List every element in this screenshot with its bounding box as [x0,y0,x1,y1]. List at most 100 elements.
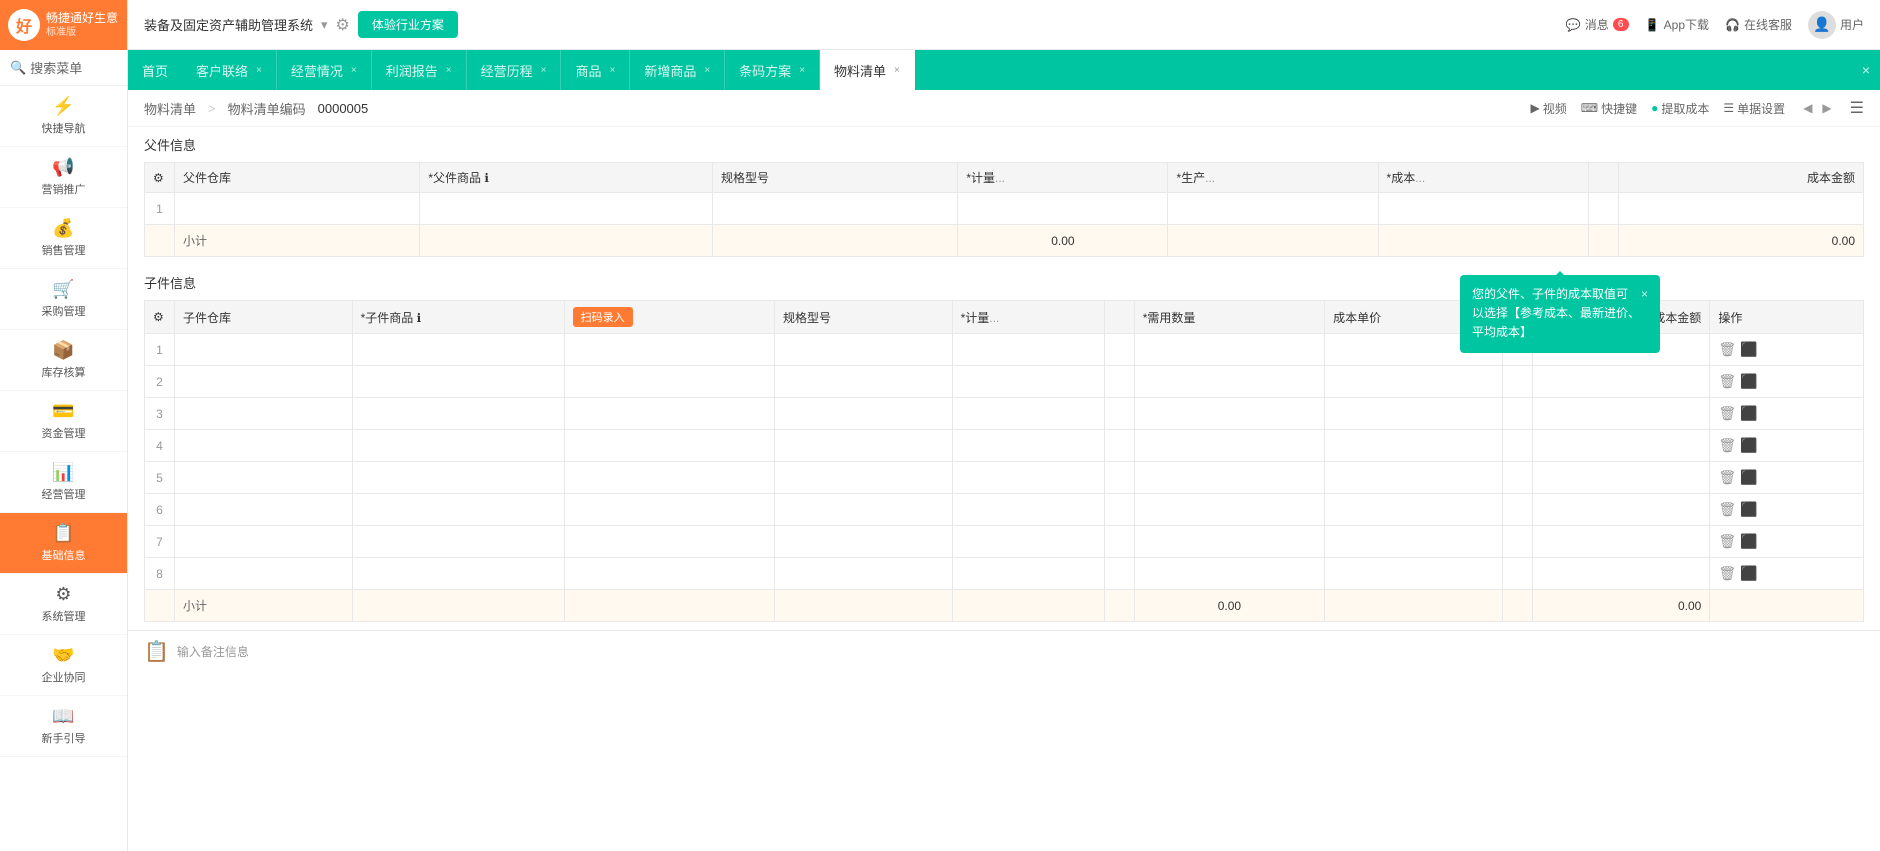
delete-icon-8[interactable]: 🗑 [1718,565,1736,582]
delete-icon-7[interactable]: 🗑 [1718,533,1736,550]
note-icon: 📋 [144,639,169,664]
child-col-settings[interactable]: ⚙ [145,301,175,334]
sidebar-item-inventory[interactable]: 📦 库存核算 [0,330,127,391]
dropdown-arrow-icon[interactable]: ▾ [321,17,328,33]
sidebar-item-basic-info[interactable]: 📋 基础信息 [0,513,127,574]
child-qty-1[interactable] [1134,334,1324,366]
parent-unit-1[interactable] [958,193,1168,225]
breadcrumb-code-value: 0000005 [318,101,369,116]
tab-profit[interactable]: 利润报告 × [372,50,467,90]
copy-icon-5[interactable]: ⬛ [1740,469,1757,486]
online-service-item[interactable]: 🎧 在线客服 [1725,16,1792,33]
delete-icon-6[interactable]: 🗑 [1718,501,1736,518]
tab-close-products[interactable]: × [609,65,615,76]
tab-client-contact[interactable]: 客户联络 × [182,50,277,90]
delete-icon-1[interactable]: 🗑 [1718,341,1736,358]
tab-products[interactable]: 商品 × [561,50,630,90]
copy-icon-4[interactable]: ⬛ [1740,437,1757,454]
sidebar-item-enterprise[interactable]: 🤝 企业协同 [0,635,127,696]
topbar-left: 装备及固定资产辅助管理系统 ▾ ⚙ 体验行业方案 [144,11,458,38]
sidebar-search[interactable]: 🔍 搜索菜单 [0,50,127,86]
delete-icon-2[interactable]: 🗑 [1718,373,1736,390]
delete-icon-5[interactable]: 🗑 [1718,469,1736,486]
child-unit-2[interactable] [952,366,1104,398]
copy-icon-8[interactable]: ⬛ [1740,565,1757,582]
sidebar-item-marketing[interactable]: 📢 营销推广 [0,147,127,208]
child-col-action: 操作 [1710,301,1864,334]
tab-bom[interactable]: 物料清单 × [820,50,915,90]
user-item[interactable]: 👤 用户 [1808,11,1864,39]
sidebar-item-system[interactable]: ⚙ 系统管理 [0,574,127,635]
tab-history[interactable]: 经营历程 × [467,50,562,90]
tab-close-bom[interactable]: × [894,65,900,76]
parent-cost-1[interactable] [1378,193,1588,225]
child-product-1[interactable] [352,334,564,366]
tab-close-barcode[interactable]: × [799,65,805,76]
sidebar-item-quick[interactable]: ⚡ 快捷导航 [0,86,127,147]
tooltip-close-btn[interactable]: × [1641,285,1648,304]
copy-icon-2[interactable]: ⬛ [1740,373,1757,390]
child-subtotal-row: 小计 0.00 0.00 [145,590,1864,622]
sidebar-item-finance[interactable]: 💳 资金管理 [0,391,127,452]
copy-icon-3[interactable]: ⬛ [1740,405,1757,422]
settings-icon[interactable]: ⚙ [336,15,350,35]
headset-icon: 🎧 [1725,18,1740,32]
next-arrow[interactable]: ▶ [1818,99,1835,117]
scan-button[interactable]: 扫码录入 [573,307,633,327]
child-empty-1 [1104,334,1134,366]
message-item[interactable]: 💬 消息 6 [1566,16,1629,33]
shortcut-btn[interactable]: ⌨ 快捷键 [1581,100,1637,117]
tab-close-client[interactable]: × [256,65,262,76]
tab-barcode[interactable]: 条码方案 × [725,50,820,90]
cost-btn[interactable]: ● 提取成本 [1651,100,1709,117]
child-unit-1[interactable] [952,334,1104,366]
parent-product-1[interactable] [420,193,713,225]
tab-close-history[interactable]: × [541,65,547,76]
parent-produce-1[interactable] [1168,193,1378,225]
parent-subtotal-empty6 [1588,225,1618,257]
user-avatar: 👤 [1808,11,1836,39]
tab-close-ops[interactable]: × [351,65,357,76]
tab-close-new-product[interactable]: × [704,65,710,76]
close-all-tabs[interactable]: × [1852,62,1880,78]
breadcrumb-bom-code[interactable]: 物料清单编码 [228,99,306,118]
sidebar-item-guide[interactable]: 📖 新手引导 [0,696,127,757]
list-view-icon[interactable]: ☰ [1850,98,1864,118]
tab-home[interactable]: 首页 [128,61,182,80]
child-qty-2[interactable] [1134,366,1324,398]
settings-btn[interactable]: ☰ 单据设置 [1723,100,1785,117]
parent-subtotal-empty3 [713,225,958,257]
child-spec-1[interactable] [774,334,952,366]
note-placeholder[interactable]: 输入备注信息 [177,643,249,660]
trial-button[interactable]: 体验行业方案 [358,11,458,38]
parent-col-settings[interactable]: ⚙ [145,163,175,193]
sidebar-item-operations[interactable]: 📊 经营管理 [0,452,127,513]
copy-icon-7[interactable]: ⬛ [1740,533,1757,550]
tab-close-profit[interactable]: × [446,65,452,76]
breadcrumb-bar: 物料清单 > 物料清单编码 0000005 ▶ 视频 ⌨ 快捷键 ● 提取成本 [128,90,1880,127]
sidebar-item-purchase[interactable]: 🛒 采购管理 [0,269,127,330]
child-unit-cost-2[interactable] [1325,366,1503,398]
breadcrumb-bom[interactable]: 物料清单 [144,99,196,118]
tab-operations[interactable]: 经营情况 × [277,50,372,90]
parent-spec-1[interactable] [713,193,958,225]
parent-table: ⚙ 父件仓库 *父件商品 ℹ 规格型号 *计量... *生产... *成本...… [144,162,1864,257]
parent-warehouse-1[interactable] [175,193,420,225]
child-product-2[interactable] [352,366,564,398]
child-warehouse-1[interactable] [175,334,353,366]
child-row-2: 2 [145,366,1864,398]
parent-col-produce: *生产... [1168,163,1378,193]
delete-icon-4[interactable]: 🗑 [1718,437,1736,454]
copy-icon-6[interactable]: ⬛ [1740,501,1757,518]
sidebar-item-sales[interactable]: 💰 销售管理 [0,208,127,269]
copy-icon-1[interactable]: ⬛ [1740,341,1757,358]
delete-icon-3[interactable]: 🗑 [1718,405,1736,422]
child-row-6: 6 [145,494,1864,526]
app-download-item[interactable]: 📱 App下载 [1645,16,1709,33]
child-warehouse-2[interactable] [175,366,353,398]
prev-arrow[interactable]: ◀ [1799,99,1816,117]
tab-new-product[interactable]: 新增商品 × [630,50,725,90]
view-btn[interactable]: ▶ 视频 [1531,100,1567,117]
child-spec-2[interactable] [774,366,952,398]
doc-settings-icon: ☰ [1723,101,1734,115]
